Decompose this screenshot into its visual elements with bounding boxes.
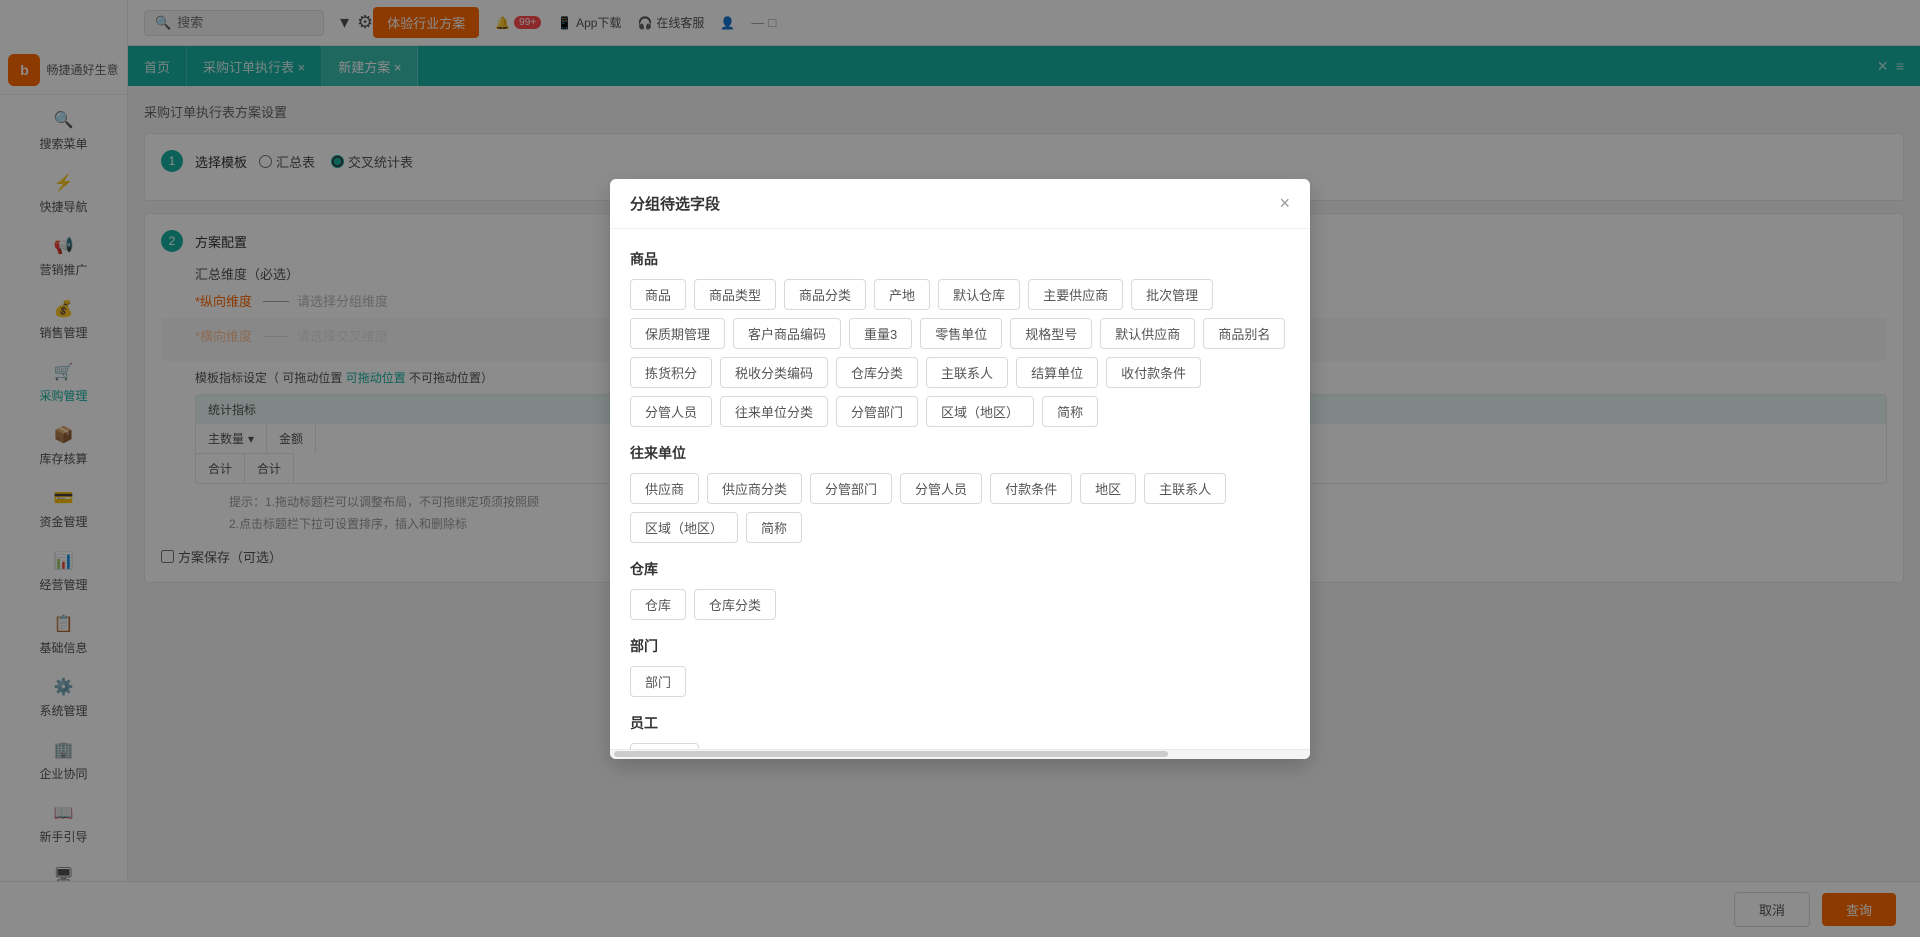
section-tags-2: 仓库仓库分类: [630, 589, 1290, 620]
section-title-0: 商品: [630, 249, 1290, 269]
field-tag-0-7[interactable]: 保质期管理: [630, 318, 725, 349]
field-tag-0-5[interactable]: 主要供应商: [1028, 279, 1123, 310]
field-tag-0-19[interactable]: 收付款条件: [1106, 357, 1201, 388]
field-tag-0-17[interactable]: 主联系人: [926, 357, 1008, 388]
field-tag-0-11[interactable]: 规格型号: [1010, 318, 1092, 349]
field-tag-0-15[interactable]: 税收分类编码: [720, 357, 828, 388]
field-tag-0-24[interactable]: 简称: [1042, 396, 1098, 427]
field-tag-0-2[interactable]: 商品分类: [784, 279, 866, 310]
modal: 分组待选字段 × 商品商品商品类型商品分类产地默认仓库主要供应商批次管理保质期管…: [610, 179, 1310, 759]
field-tag-0-10[interactable]: 零售单位: [920, 318, 1002, 349]
modal-horizontal-scrollbar[interactable]: [610, 749, 1310, 759]
field-tag-0-16[interactable]: 仓库分类: [836, 357, 918, 388]
field-tag-0-3[interactable]: 产地: [874, 279, 930, 310]
field-tag-3-0[interactable]: 部门: [630, 666, 686, 697]
field-tag-1-3[interactable]: 分管人员: [900, 473, 982, 504]
field-tag-0-9[interactable]: 重量3: [849, 318, 912, 349]
field-tag-0-6[interactable]: 批次管理: [1131, 279, 1213, 310]
field-tag-0-13[interactable]: 商品别名: [1203, 318, 1285, 349]
field-tag-0-4[interactable]: 默认仓库: [938, 279, 1020, 310]
field-tag-1-1[interactable]: 供应商分类: [707, 473, 802, 504]
modal-close-btn[interactable]: ×: [1279, 193, 1290, 214]
field-tag-1-2[interactable]: 分管部门: [810, 473, 892, 504]
modal-overlay: 分组待选字段 × 商品商品商品类型商品分类产地默认仓库主要供应商批次管理保质期管…: [0, 0, 1920, 937]
section-tags-0: 商品商品类型商品分类产地默认仓库主要供应商批次管理保质期管理客户商品编码重量3 零…: [630, 279, 1290, 427]
modal-body: 商品商品商品类型商品分类产地默认仓库主要供应商批次管理保质期管理客户商品编码重量…: [610, 229, 1310, 749]
field-tag-0-20[interactable]: 分管人员: [630, 396, 712, 427]
field-tag-1-8[interactable]: 简称: [746, 512, 802, 543]
field-tag-0-22[interactable]: 分管部门: [836, 396, 918, 427]
field-tag-2-0[interactable]: 仓库: [630, 589, 686, 620]
section-title-2: 仓库: [630, 559, 1290, 579]
field-tag-0-8[interactable]: 客户商品编码: [733, 318, 841, 349]
section-tags-1: 供应商供应商分类分管部门分管人员付款条件地区主联系人区域（地区） 简称: [630, 473, 1290, 543]
field-tag-0-0[interactable]: 商品: [630, 279, 686, 310]
modal-header: 分组待选字段 ×: [610, 179, 1310, 229]
modal-scrollbar-thumb: [614, 751, 1168, 757]
field-tag-0-21[interactable]: 往来单位分类: [720, 396, 828, 427]
section-title-1: 往来单位: [630, 443, 1290, 463]
field-tag-0-14[interactable]: 拣货积分: [630, 357, 712, 388]
field-tag-0-23[interactable]: 区域（地区）: [926, 396, 1034, 427]
section-title-3: 部门: [630, 636, 1290, 656]
modal-title: 分组待选字段: [630, 193, 720, 214]
field-tag-0-18[interactable]: 结算单位: [1016, 357, 1098, 388]
field-tag-0-12[interactable]: 默认供应商: [1100, 318, 1195, 349]
section-tags-3: 部门: [630, 666, 1290, 697]
field-tag-2-1[interactable]: 仓库分类: [694, 589, 776, 620]
section-title-4: 员工: [630, 713, 1290, 733]
field-tag-0-1[interactable]: 商品类型: [694, 279, 776, 310]
field-tag-1-0[interactable]: 供应商: [630, 473, 699, 504]
field-tag-1-4[interactable]: 付款条件: [990, 473, 1072, 504]
field-tag-1-7[interactable]: 区域（地区）: [630, 512, 738, 543]
field-tag-1-6[interactable]: 主联系人: [1144, 473, 1226, 504]
field-tag-1-5[interactable]: 地区: [1080, 473, 1136, 504]
